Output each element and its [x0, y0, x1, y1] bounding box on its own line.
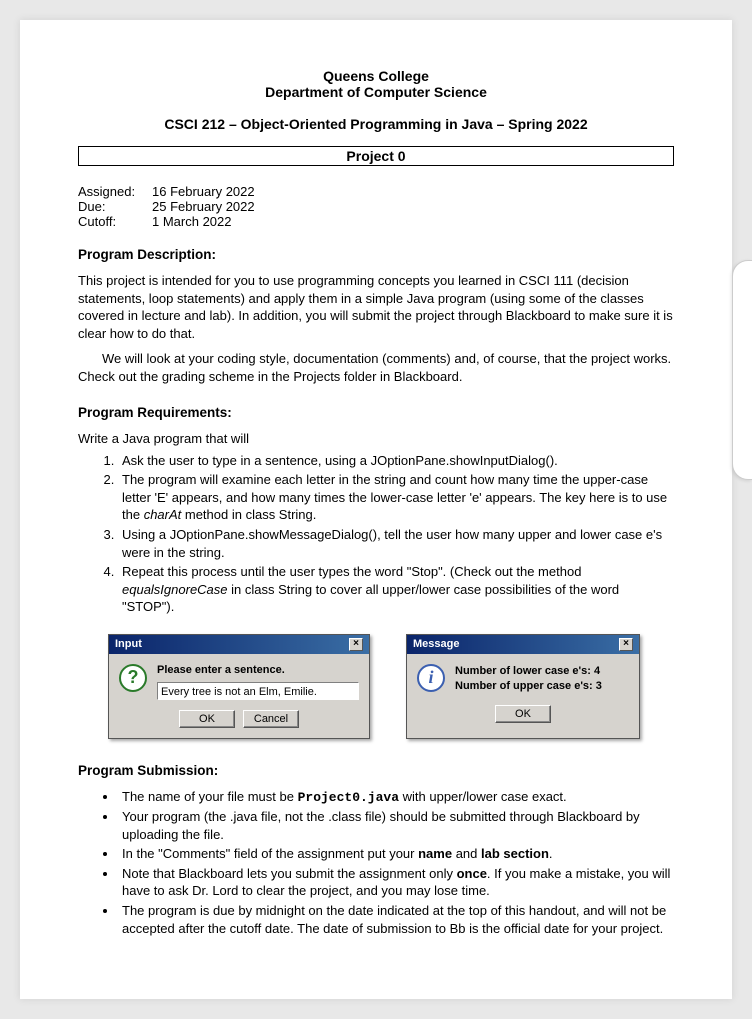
college-name: Queens College: [78, 68, 674, 84]
cancel-button[interactable]: Cancel: [243, 710, 299, 728]
description-paragraph-1: This project is intended for you to use …: [78, 272, 674, 342]
ok-button[interactable]: OK: [179, 710, 235, 728]
side-tab[interactable]: [732, 260, 752, 480]
dates-block: Assigned: 16 February 2022 Due: 25 Febru…: [78, 184, 674, 229]
submission-item: The name of your file must be Project0.j…: [118, 788, 674, 807]
input-dialog: Input × ? Please enter a sentence. Every…: [108, 634, 370, 739]
description-paragraph-2: We will look at your coding style, docum…: [78, 350, 674, 385]
assigned-date: 16 February 2022: [152, 184, 255, 199]
submission-item: Your program (the .java file, not the .c…: [118, 808, 674, 843]
requirement-item: Using a JOptionPane.showMessageDialog(),…: [118, 526, 674, 561]
requirements-intro: Write a Java program that will: [78, 430, 674, 448]
submission-item: In the "Comments" field of the assignmen…: [118, 845, 674, 863]
question-icon: ?: [119, 664, 147, 692]
close-icon[interactable]: ×: [619, 638, 633, 651]
dialogs-row: Input × ? Please enter a sentence. Every…: [108, 634, 674, 739]
course-title: CSCI 212 – Object-Oriented Programming i…: [78, 116, 674, 132]
input-dialog-field[interactable]: Every tree is not an Elm, Emilie.: [157, 682, 359, 700]
program-description-heading: Program Description:: [78, 247, 674, 262]
submission-item: Note that Blackboard lets you submit the…: [118, 865, 674, 900]
submission-item: The program is due by midnight on the da…: [118, 902, 674, 937]
requirement-item: The program will examine each letter in …: [118, 471, 674, 524]
message-dialog: Message × i Number of lower case e's: 4 …: [406, 634, 640, 739]
assigned-label: Assigned:: [78, 184, 152, 199]
requirement-item: Repeat this process until the user types…: [118, 563, 674, 616]
requirement-item: Ask the user to type in a sentence, usin…: [118, 452, 674, 470]
close-icon[interactable]: ×: [349, 638, 363, 651]
document-page: Queens College Department of Computer Sc…: [20, 20, 732, 999]
program-submission-heading: Program Submission:: [78, 763, 674, 778]
message-line-1: Number of lower case e's: 4: [455, 664, 629, 679]
program-requirements-heading: Program Requirements:: [78, 405, 674, 420]
cutoff-label: Cutoff:: [78, 214, 152, 229]
submission-list: The name of your file must be Project0.j…: [118, 788, 674, 937]
input-dialog-titlebar: Input ×: [109, 635, 369, 654]
message-dialog-titlebar: Message ×: [407, 635, 639, 654]
requirements-list: Ask the user to type in a sentence, usin…: [118, 452, 674, 616]
info-icon: i: [417, 664, 445, 692]
department-name: Department of Computer Science: [78, 84, 674, 100]
document-header: Queens College Department of Computer Sc…: [78, 68, 674, 132]
due-date: 25 February 2022: [152, 199, 255, 214]
input-dialog-prompt: Please enter a sentence.: [157, 664, 359, 676]
due-label: Due:: [78, 199, 152, 214]
ok-button[interactable]: OK: [495, 705, 551, 723]
message-line-2: Number of upper case e's: 3: [455, 679, 629, 694]
cutoff-date: 1 March 2022: [152, 214, 232, 229]
message-dialog-title: Message: [413, 638, 459, 650]
input-dialog-title: Input: [115, 638, 142, 650]
project-title-box: Project 0: [78, 146, 674, 166]
